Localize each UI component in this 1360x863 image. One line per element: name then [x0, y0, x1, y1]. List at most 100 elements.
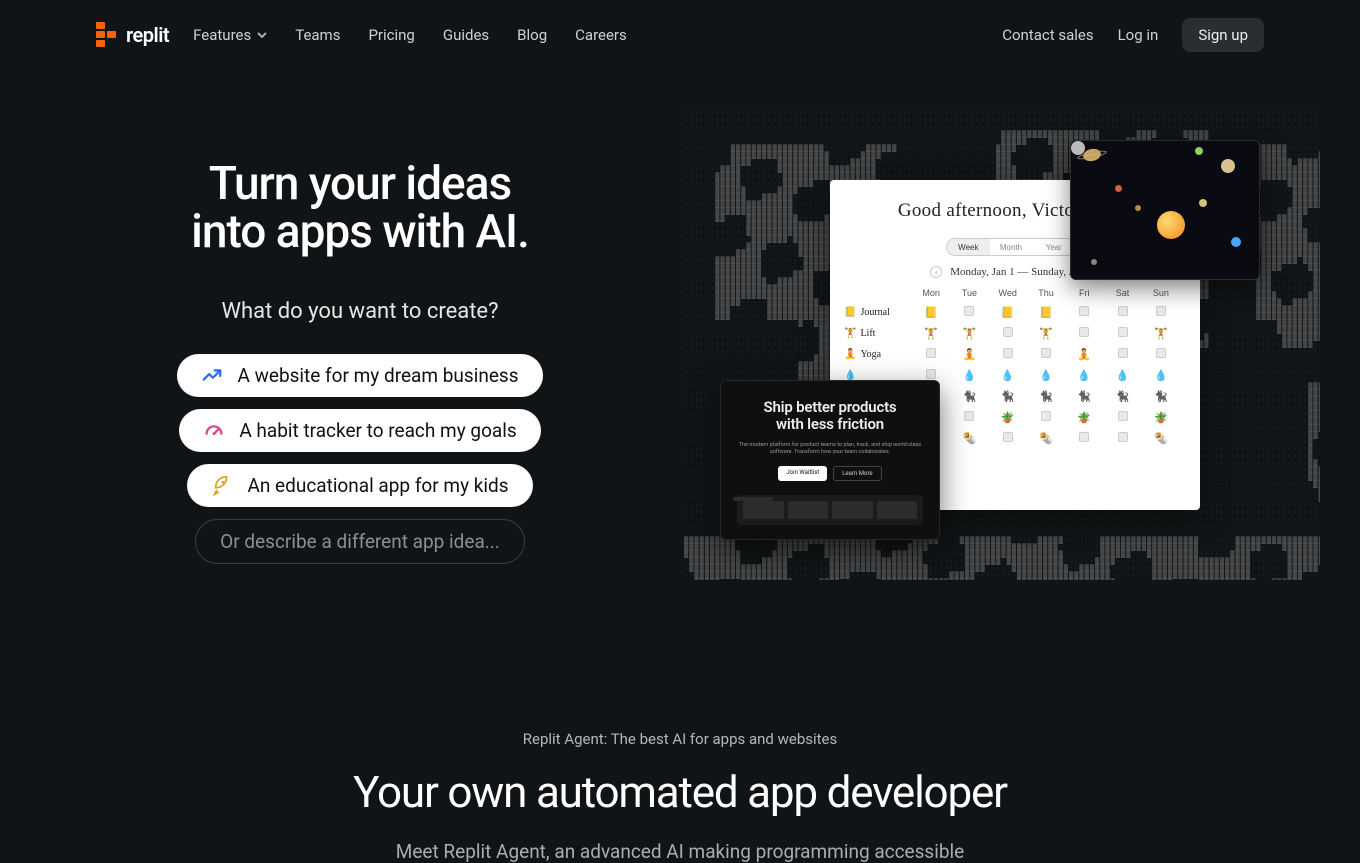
nav-teams[interactable]: Teams [295, 26, 340, 44]
habit-cell[interactable] [1027, 348, 1065, 361]
habit-cell[interactable] [912, 348, 950, 361]
habit-tab-week[interactable]: Week [947, 239, 990, 255]
primary-nav: Features Teams Pricing Guides Blog Caree… [193, 26, 627, 44]
habit-row-label: 🏋️Lift [842, 327, 912, 340]
habit-cell[interactable]: 📒 [912, 306, 950, 319]
habit-cell[interactable]: 🌯 [1027, 432, 1065, 445]
prev-week-icon[interactable]: ‹ [930, 266, 942, 278]
nav-blog-label: Blog [517, 26, 547, 44]
habit-cell[interactable] [1103, 306, 1141, 319]
habit-cell[interactable]: 🐈‍⬛ [1027, 390, 1065, 403]
habit-cell[interactable]: 🐈‍⬛ [950, 390, 988, 403]
nav-careers-label: Careers [575, 26, 627, 44]
habit-tab-year[interactable]: Year [1032, 239, 1075, 255]
ship-panel [788, 501, 829, 519]
habit-cell[interactable]: 🪴 [1142, 411, 1180, 424]
agent-section: Replit Agent: The best AI for apps and w… [0, 730, 1360, 863]
mars-icon [1115, 185, 1122, 192]
habit-tab-month[interactable]: Month [990, 239, 1033, 255]
nav-careers[interactable]: Careers [575, 26, 627, 44]
nav-login[interactable]: Log in [1118, 26, 1159, 44]
habit-cell[interactable]: 💧 [1065, 369, 1103, 382]
ship-headline-l2: with less friction [776, 415, 884, 433]
habit-day-header: Fri [1065, 288, 1103, 298]
habit-cell[interactable]: 📒 [989, 306, 1027, 319]
habit-cell[interactable]: 🌯 [1142, 432, 1180, 445]
brand-name: replit [126, 23, 169, 47]
habit-greeting-text: Good afternoon, Victoria [898, 200, 1095, 221]
logo-icon [96, 22, 118, 48]
agent-headline: Your own automated app developer [160, 766, 1200, 818]
option-website-label: A website for my dream business [237, 364, 518, 387]
custom-idea-placeholder: Or describe a different app idea... [220, 530, 500, 553]
jupiter-icon [1221, 159, 1235, 173]
habit-cell[interactable] [1103, 348, 1141, 361]
nav-pricing[interactable]: Pricing [368, 26, 414, 44]
nav-contact-sales[interactable]: Contact sales [1002, 26, 1093, 44]
habit-cell[interactable] [1142, 306, 1180, 319]
nav-guides-label: Guides [443, 26, 489, 44]
habit-cell[interactable]: 💧 [1103, 369, 1141, 382]
habit-cell[interactable]: 🧘 [1065, 348, 1103, 361]
hero-title-line-1: Turn your ideas [209, 157, 511, 211]
hero-subtitle: What do you want to create? [222, 299, 499, 324]
habit-cell[interactable]: 💧 [1027, 369, 1065, 382]
habit-cell[interactable]: 💧 [950, 369, 988, 382]
habit-cell[interactable]: 🌯 [950, 432, 988, 445]
habit-day-header: Thu [1027, 288, 1065, 298]
habit-cell[interactable]: 🧘 [950, 348, 988, 361]
habit-cell[interactable]: 🪴 [989, 411, 1027, 424]
habit-cell[interactable] [950, 306, 988, 319]
habit-cell[interactable]: 🐈‍⬛ [989, 390, 1027, 403]
habit-cell[interactable] [1065, 327, 1103, 340]
habit-day-header: Sun [1142, 288, 1180, 298]
habit-cell[interactable] [989, 348, 1027, 361]
habit-cell[interactable]: 🏋️ [912, 327, 950, 340]
habit-cell[interactable]: 💧 [989, 369, 1027, 382]
brand-logo[interactable]: replit [96, 22, 169, 48]
habit-day-header: Sat [1103, 288, 1141, 298]
habit-cell[interactable] [1065, 306, 1103, 319]
demo-card-solar-system [1070, 140, 1260, 280]
ship-panel [832, 501, 873, 519]
habit-cell[interactable]: 🐈‍⬛ [1142, 390, 1180, 403]
hero-title: Turn your ideas into apps with AI. [191, 160, 529, 257]
option-website[interactable]: A website for my dream business [177, 354, 542, 397]
habit-cell[interactable] [950, 411, 988, 424]
trending-up-icon [201, 364, 223, 386]
nav-features[interactable]: Features [193, 26, 267, 44]
habit-cell[interactable] [1103, 327, 1141, 340]
habit-cell[interactable]: 🐈‍⬛ [1065, 390, 1103, 403]
habit-range-tabs[interactable]: Week Month Year [946, 238, 1076, 256]
nav-blog[interactable]: Blog [517, 26, 547, 44]
ship-join-waitlist-button[interactable]: Join Waitlist [778, 466, 827, 481]
habit-cell[interactable] [989, 432, 1027, 445]
habit-cell[interactable] [1103, 411, 1141, 424]
habit-cell[interactable]: 💧 [1142, 369, 1180, 382]
prompt-options: A website for my dream business A habit … [177, 354, 542, 564]
habit-cell[interactable]: 🪴 [1065, 411, 1103, 424]
hero-title-line-2: into apps with AI. [191, 205, 529, 259]
option-habit-label: A habit tracker to reach my goals [239, 419, 516, 442]
nav-features-label: Features [193, 26, 251, 44]
habit-cell[interactable]: 🐈‍⬛ [1103, 390, 1141, 403]
signup-button[interactable]: Sign up [1182, 18, 1264, 52]
habit-cell[interactable]: 📒 [1027, 306, 1065, 319]
ship-learn-more-button[interactable]: Learn More [833, 466, 881, 481]
custom-idea-input[interactable]: Or describe a different app idea... [195, 519, 525, 564]
option-educational[interactable]: An educational app for my kids [187, 464, 532, 507]
habit-cell[interactable]: 🏋️ [1142, 327, 1180, 340]
habit-cell[interactable] [1027, 411, 1065, 424]
habit-cell[interactable]: 🏋️ [1027, 327, 1065, 340]
nav-guides[interactable]: Guides [443, 26, 489, 44]
ship-panel [743, 501, 784, 519]
rocket-icon [211, 474, 233, 496]
habit-cell[interactable] [1103, 432, 1141, 445]
habit-cell[interactable] [1065, 432, 1103, 445]
habit-cell[interactable]: 🏋️ [950, 327, 988, 340]
earth-icon [1231, 237, 1241, 247]
option-habit-tracker[interactable]: A habit tracker to reach my goals [179, 409, 540, 452]
chevron-down-icon [257, 30, 267, 40]
habit-cell[interactable] [989, 327, 1027, 340]
habit-cell[interactable] [1142, 348, 1180, 361]
